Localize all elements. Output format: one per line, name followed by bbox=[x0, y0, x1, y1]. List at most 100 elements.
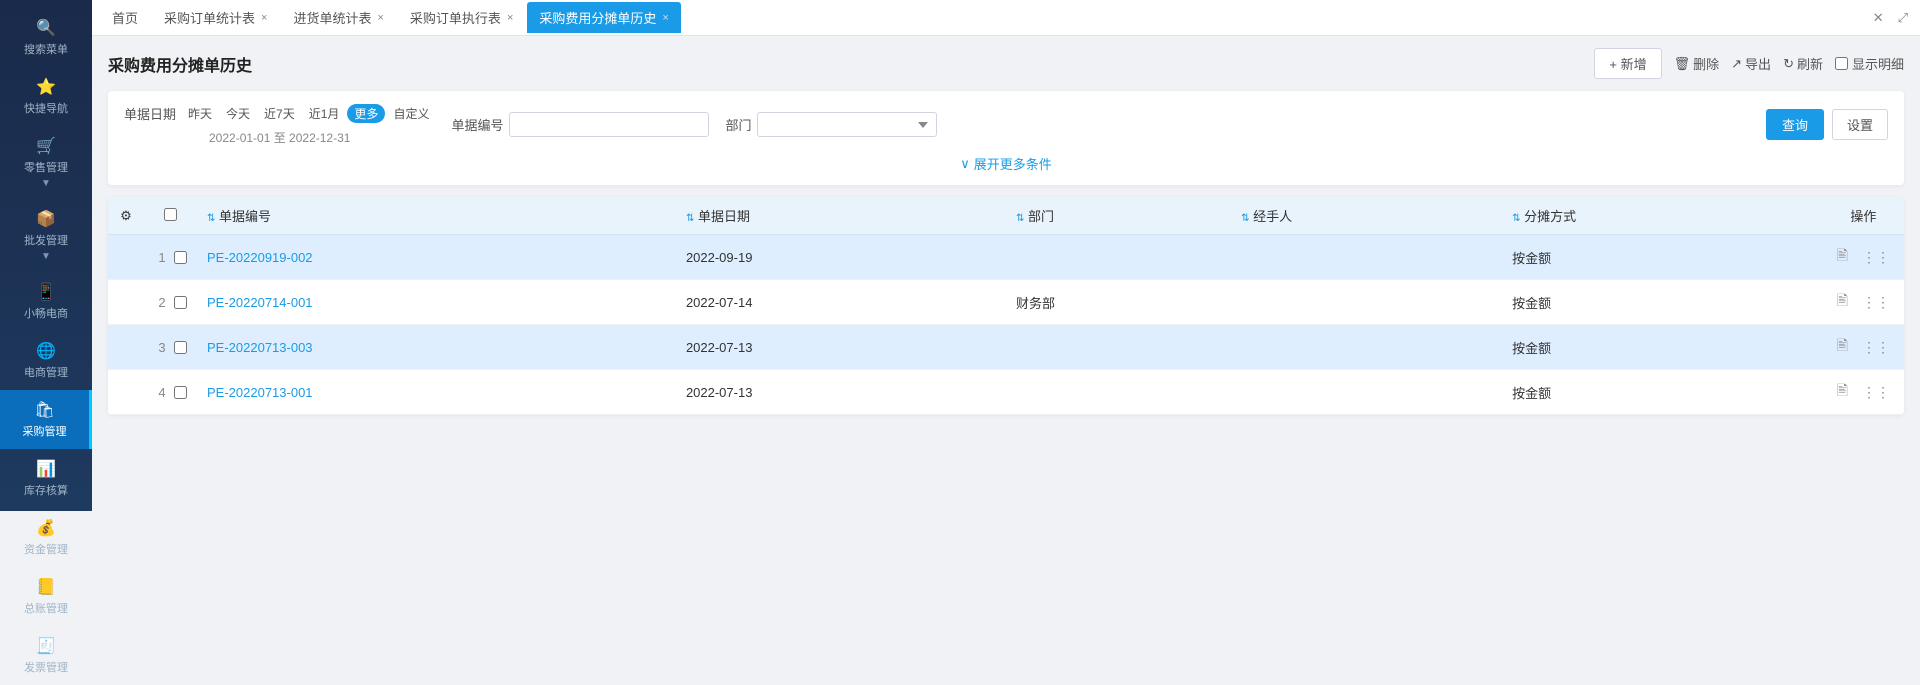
sidebar-item-ledger[interactable]: 📒 总账管理 bbox=[0, 567, 92, 626]
close-all-tabs-button[interactable]: ✕ bbox=[1869, 8, 1888, 28]
close-icon[interactable]: × bbox=[377, 12, 383, 24]
dept-filter-group: 部门 财务部 bbox=[725, 112, 937, 137]
th-checkbox bbox=[144, 197, 197, 235]
more-dates-btn[interactable]: 更多 bbox=[347, 104, 385, 123]
row-checkbox[interactable] bbox=[174, 341, 187, 354]
row-date-cell: 2022-07-13 bbox=[676, 325, 1006, 370]
header-actions: + 新增 🗑 删除 ↗ 导出 ↻ 刷新 显示明细 bbox=[1594, 48, 1904, 79]
last1month-btn[interactable]: 近1月 bbox=[303, 103, 346, 124]
close-icon[interactable]: × bbox=[261, 12, 267, 24]
tab-home[interactable]: 首页 bbox=[100, 2, 150, 33]
sidebar-item-invoice[interactable]: 🧾 发票管理 bbox=[0, 626, 92, 685]
query-button[interactable]: 查询 bbox=[1766, 109, 1824, 140]
row-check-cell: 1 bbox=[144, 235, 197, 280]
tab-controls: ✕ ⤢ bbox=[1869, 8, 1912, 28]
order-no-label: 单据编号 bbox=[451, 115, 503, 134]
th-dept[interactable]: ⇅ 部门 bbox=[1006, 197, 1231, 235]
th-order-no[interactable]: ⇅ 单据编号 bbox=[197, 197, 676, 235]
close-icon[interactable]: × bbox=[662, 12, 668, 24]
refresh-icon: ↻ bbox=[1783, 56, 1794, 72]
last7days-btn[interactable]: 近7天 bbox=[258, 103, 301, 124]
filter-right-actions: 查询 设置 bbox=[1766, 109, 1888, 140]
th-handler[interactable]: ⇅ 经手人 bbox=[1231, 197, 1502, 235]
row-checkbox[interactable] bbox=[174, 251, 187, 264]
table-row: 4 PE-20220713-0012022-07-13按金额 🖹 ⋮⋮ bbox=[108, 370, 1904, 415]
inventory-icon: 📊 bbox=[36, 459, 56, 479]
star-icon: ⭐ bbox=[36, 77, 56, 97]
row-checkbox[interactable] bbox=[174, 296, 187, 309]
view-action-icon[interactable]: 🖹 bbox=[1833, 333, 1852, 361]
refresh-button[interactable]: ↻ 刷新 bbox=[1783, 54, 1823, 73]
sidebar-item-ecom-mobile[interactable]: 📱 小畅电商 bbox=[0, 272, 92, 331]
date-range-text: 2022-01-01 至 2022-12-31 bbox=[209, 129, 350, 146]
view-action-icon[interactable]: 🖹 bbox=[1833, 288, 1852, 316]
order-no-link[interactable]: PE-20220714-001 bbox=[207, 295, 313, 310]
retail-icon: 🛒 bbox=[36, 136, 56, 156]
sidebar-item-retail[interactable]: 🛒 零售管理 ▼ bbox=[0, 126, 92, 199]
tab-purchase-order-stats[interactable]: 采购订单统计表 × bbox=[152, 2, 279, 33]
trash-icon: 🗑 bbox=[1674, 56, 1691, 72]
row-dept-cell bbox=[1006, 325, 1231, 370]
settings-button[interactable]: 设置 bbox=[1832, 109, 1888, 140]
row-checkbox[interactable] bbox=[174, 386, 187, 399]
tab-purchase-order-exec[interactable]: 采购订单执行表 × bbox=[398, 2, 525, 33]
row-actions-cell: 🖹 ⋮⋮ bbox=[1823, 280, 1904, 325]
add-button[interactable]: + 新增 bbox=[1594, 48, 1661, 79]
view-action-icon[interactable]: 🖹 bbox=[1833, 243, 1852, 271]
dept-select[interactable]: 财务部 bbox=[757, 112, 937, 137]
sort-icon: ⇅ bbox=[207, 213, 215, 224]
sidebar-item-purchase[interactable]: 🛍 采购管理 bbox=[0, 390, 92, 449]
order-no-link[interactable]: PE-20220919-002 bbox=[207, 250, 313, 265]
row-actions-cell: 🖹 ⋮⋮ bbox=[1823, 325, 1904, 370]
row-handler-cell bbox=[1231, 370, 1502, 415]
order-no-input[interactable] bbox=[509, 112, 709, 137]
main-area: 首页 采购订单统计表 × 进货单统计表 × 采购订单执行表 × 采购费用分摊单历… bbox=[92, 0, 1920, 511]
th-gear[interactable]: ⚙ bbox=[108, 197, 144, 235]
wholesale-icon: 📦 bbox=[36, 209, 56, 229]
show-detail-checkbox-label[interactable]: 显示明细 bbox=[1835, 54, 1904, 73]
expand-more-btn[interactable]: ∨ 展开更多条件 bbox=[124, 154, 1888, 173]
row-actions-cell: 🖹 ⋮⋮ bbox=[1823, 235, 1904, 280]
table-wrapper: ⚙ ⇅ 单据编号 ⇅ 单据日期 bbox=[108, 197, 1904, 415]
data-table-area: ⚙ ⇅ 单据编号 ⇅ 单据日期 bbox=[108, 197, 1904, 415]
table-row: 3 PE-20220713-0032022-07-13按金额 🖹 ⋮⋮ bbox=[108, 325, 1904, 370]
select-all-checkbox[interactable] bbox=[164, 208, 177, 221]
expand-window-button[interactable]: ⤢ bbox=[1894, 8, 1912, 28]
filter-row: 单据日期 昨天 今天 近7天 近1月 更多 自定义 2022-01-01 至 2… bbox=[124, 103, 1888, 146]
sidebar-item-search[interactable]: 🔍 搜索菜单 bbox=[0, 8, 92, 67]
more-action-icon[interactable]: ⋮⋮ bbox=[1858, 247, 1894, 268]
sidebar-item-finance[interactable]: 💰 资金管理 bbox=[0, 508, 92, 567]
view-action-icon[interactable]: 🖹 bbox=[1833, 378, 1852, 406]
invoice-icon: 🧾 bbox=[36, 636, 56, 656]
export-button[interactable]: ↗ 导出 bbox=[1731, 54, 1771, 73]
order-no-link[interactable]: PE-20220713-003 bbox=[207, 340, 313, 355]
more-action-icon[interactable]: ⋮⋮ bbox=[1858, 382, 1894, 403]
row-check-cell: 4 bbox=[144, 370, 197, 415]
row-check-cell: 2 bbox=[144, 280, 197, 325]
delete-button[interactable]: 🗑 删除 bbox=[1674, 54, 1720, 73]
ecom-icon: 🌐 bbox=[36, 341, 56, 361]
show-detail-checkbox[interactable] bbox=[1835, 57, 1848, 70]
sidebar-item-ecom[interactable]: 🌐 电商管理 bbox=[0, 331, 92, 390]
tab-goods-receipt-stats[interactable]: 进货单统计表 × bbox=[281, 2, 395, 33]
tab-purchase-expense-history[interactable]: 采购费用分摊单历史 × bbox=[527, 2, 680, 33]
order-no-link[interactable]: PE-20220713-001 bbox=[207, 385, 313, 400]
chevron-down-icon: ▼ bbox=[41, 178, 51, 189]
more-action-icon[interactable]: ⋮⋮ bbox=[1858, 292, 1894, 313]
sidebar-item-inventory[interactable]: 📊 库存核算 bbox=[0, 449, 92, 508]
custom-date-btn[interactable]: 自定义 bbox=[387, 103, 435, 124]
row-dept-cell bbox=[1006, 235, 1231, 280]
row-gear-placeholder bbox=[108, 235, 144, 280]
th-split-method[interactable]: ⇅ 分摊方式 bbox=[1502, 197, 1823, 235]
more-action-icon[interactable]: ⋮⋮ bbox=[1858, 337, 1894, 358]
today-btn[interactable]: 今天 bbox=[220, 103, 256, 124]
row-gear-placeholder bbox=[108, 325, 144, 370]
page-title: 采购费用分摊单历史 bbox=[108, 52, 252, 76]
sidebar-item-quick-nav[interactable]: ⭐ 快捷导航 bbox=[0, 67, 92, 126]
chevron-down-icon: ▼ bbox=[41, 251, 51, 262]
sidebar-item-wholesale[interactable]: 📦 批发管理 ▼ bbox=[0, 199, 92, 272]
th-date[interactable]: ⇅ 单据日期 bbox=[676, 197, 1006, 235]
close-icon[interactable]: × bbox=[507, 12, 513, 24]
yesterday-btn[interactable]: 昨天 bbox=[182, 103, 218, 124]
row-order-no-cell: PE-20220714-001 bbox=[197, 280, 676, 325]
